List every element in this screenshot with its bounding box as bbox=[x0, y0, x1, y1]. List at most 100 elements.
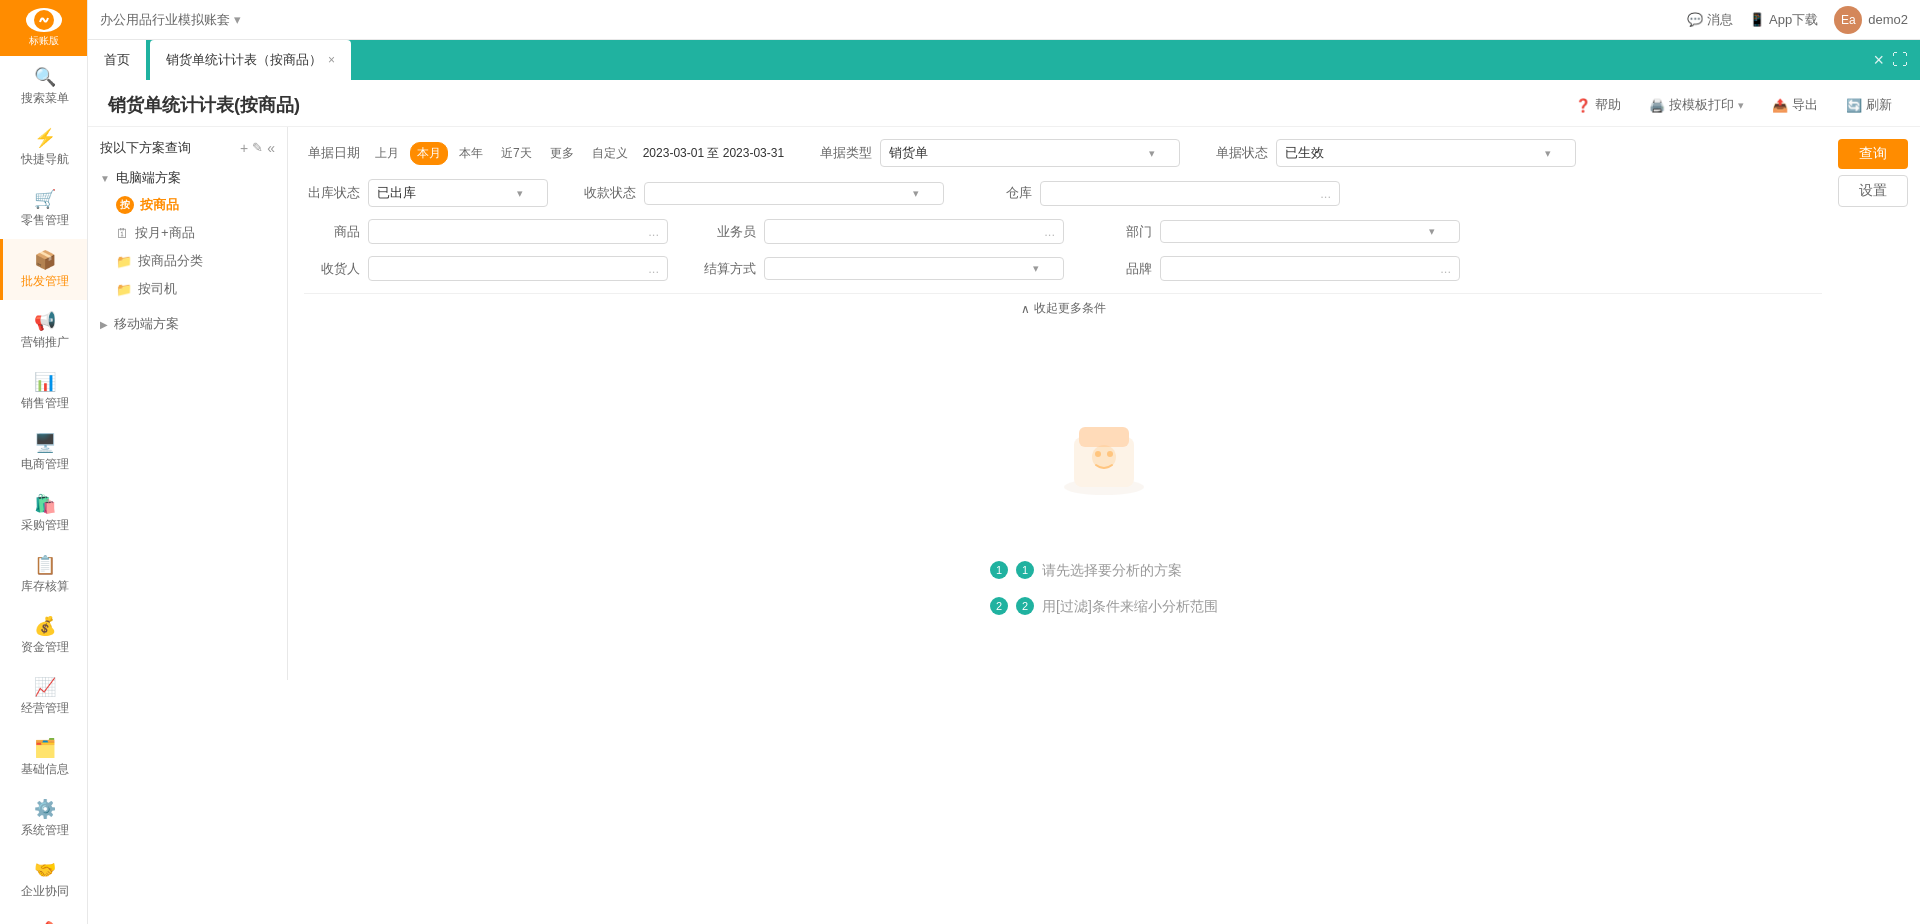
receiver-dots-icon[interactable]: ... bbox=[648, 261, 659, 276]
goods-dots-icon[interactable]: ... bbox=[648, 224, 659, 239]
warehouse-dots-icon[interactable]: ... bbox=[1320, 186, 1331, 201]
date-btn-this-month[interactable]: 本月 bbox=[410, 142, 448, 165]
filter-brand: 品牌 ... bbox=[1096, 256, 1460, 281]
doc-type-select[interactable]: 销货单 ▾ bbox=[880, 139, 1180, 167]
print-chevron-icon[interactable]: ▾ bbox=[1738, 99, 1744, 112]
ecommerce-icon: 🖥️ bbox=[34, 432, 56, 454]
sidebar-item-system[interactable]: ⚙️ 系统管理 bbox=[0, 788, 87, 849]
tree-root-mobile-label: 移动端方案 bbox=[114, 315, 179, 333]
filter-row-2: 出库状态 已出库 ▾ 收款状态 ▾ bbox=[304, 179, 1822, 207]
brand-dots-icon[interactable]: ... bbox=[1440, 261, 1451, 276]
brand-label: 品牌 bbox=[1096, 260, 1152, 278]
collapse-bar[interactable]: ∧ 收起更多条件 bbox=[304, 293, 1822, 325]
tree-root-mobile[interactable]: ▶ 移动端方案 bbox=[88, 311, 287, 337]
date-quick-buttons: 上月 本月 本年 近7天 更多 自定义 2023-03-01 至 2023-03… bbox=[368, 142, 784, 165]
refresh-button[interactable]: 🔄 刷新 bbox=[1838, 92, 1900, 118]
filter-and-action: 单据日期 上月 本月 本年 近7天 更多 自定义 2023-03-01 至 20… bbox=[288, 127, 1920, 680]
filter-warehouse: 仓库 ... bbox=[976, 181, 1340, 206]
tree-child-by-category[interactable]: 📁 按商品分类 bbox=[88, 247, 287, 275]
sidebar-item-wholesale[interactable]: 📦 批发管理 bbox=[0, 239, 87, 300]
logo-icon bbox=[26, 8, 62, 32]
out-status-select[interactable]: 已出库 ▾ bbox=[368, 179, 548, 207]
finance-icon: 💰 bbox=[34, 615, 56, 637]
sidebar-item-sales[interactable]: 📊 销售管理 bbox=[0, 361, 87, 422]
sidebar-item-operation[interactable]: 📈 经营管理 bbox=[0, 666, 87, 727]
empty-step-2: 2 用[过滤]条件来缩小分析范围 bbox=[990, 592, 1218, 620]
export-icon: 📤 bbox=[1772, 98, 1788, 113]
sidebar-item-enterprise[interactable]: 🤝 企业协同 bbox=[0, 849, 87, 910]
sidebar-item-retail[interactable]: 🛒 零售管理 bbox=[0, 178, 87, 239]
date-btn-custom[interactable]: 自定义 bbox=[585, 142, 635, 165]
sidebar-item-purchase[interactable]: 🛍️ 采购管理 bbox=[0, 483, 87, 544]
wholesale-icon: 📦 bbox=[34, 249, 56, 271]
tab-active[interactable]: 销货单统计计表（按商品） × bbox=[150, 40, 351, 80]
filter-top: 单据日期 上月 本月 本年 近7天 更多 自定义 2023-03-01 至 20… bbox=[288, 127, 1920, 337]
filter-out-status: 出库状态 已出库 ▾ bbox=[304, 179, 548, 207]
warehouse-label: 仓库 bbox=[976, 184, 1032, 202]
pay-status-select[interactable]: ▾ bbox=[644, 182, 944, 205]
marketing-icon: 📢 bbox=[34, 310, 56, 332]
date-btn-7days[interactable]: 近7天 bbox=[494, 142, 539, 165]
maximize-window-icon[interactable]: ⛶ bbox=[1892, 51, 1908, 69]
date-btn-more[interactable]: 更多 bbox=[543, 142, 581, 165]
active-tab-label: 销货单统计计表（按商品） bbox=[166, 51, 322, 69]
query-button[interactable]: 查询 bbox=[1838, 139, 1908, 169]
close-window-icon[interactable]: × bbox=[1873, 50, 1884, 71]
filter-receiver: 收货人 ... bbox=[304, 256, 668, 281]
topbar-right: 💬 消息 📱 App下载 Ea demo2 bbox=[1687, 6, 1908, 34]
department-select[interactable]: ▾ bbox=[1160, 220, 1460, 243]
edit-scheme-button[interactable]: ✎ bbox=[252, 140, 263, 156]
user-profile[interactable]: Ea demo2 bbox=[1834, 6, 1908, 34]
by-category-label: 按商品分类 bbox=[138, 252, 203, 270]
sidebar-item-basic[interactable]: 🗂️ 基础信息 bbox=[0, 727, 87, 788]
set-button[interactable]: 设置 bbox=[1838, 175, 1908, 207]
app-download-button[interactable]: 📱 App下载 bbox=[1749, 11, 1818, 29]
print-icon: 🖨️ bbox=[1649, 98, 1665, 113]
goods-input[interactable]: ... bbox=[368, 219, 668, 244]
filter-doc-status: 单据状态 已生效 ▾ bbox=[1212, 139, 1576, 167]
by-cashier-label: 按司机 bbox=[138, 280, 177, 298]
sidebar-item-marketing[interactable]: 📢 营销推广 bbox=[0, 300, 87, 361]
search-icon: 🔍 bbox=[34, 66, 56, 88]
app-chevron-icon[interactable]: ▾ bbox=[234, 12, 241, 27]
sidebar-item-guide[interactable]: 📌 新手引导 bbox=[0, 910, 87, 924]
department-label: 部门 bbox=[1096, 223, 1152, 241]
tree-child-by-month-goods[interactable]: 🗓 按月+商品 bbox=[88, 219, 287, 247]
salesperson-input[interactable]: ... bbox=[764, 219, 1064, 244]
settle-select[interactable]: ▾ bbox=[764, 257, 1064, 280]
salesperson-dots-icon[interactable]: ... bbox=[1044, 224, 1055, 239]
tab-close-icon[interactable]: × bbox=[328, 53, 335, 67]
main-body: 按以下方案查询 + ✎ « ▼ 电脑端方案 按 按商品 bbox=[88, 127, 1920, 680]
settle-chevron-icon: ▾ bbox=[1033, 262, 1039, 275]
sidebar-item-search-menu[interactable]: 🔍 搜索菜单 bbox=[0, 56, 87, 117]
add-scheme-button[interactable]: + bbox=[240, 140, 248, 156]
goods-label: 商品 bbox=[304, 223, 360, 241]
warehouse-input[interactable]: ... bbox=[1040, 181, 1340, 206]
date-btn-last-month[interactable]: 上月 bbox=[368, 142, 406, 165]
tree-child-by-goods[interactable]: 按 按商品 bbox=[88, 191, 287, 219]
sidebar-item-ecommerce[interactable]: 🖥️ 电商管理 bbox=[0, 422, 87, 483]
sidebar-item-inventory[interactable]: 📋 库存核算 bbox=[0, 544, 87, 605]
tree-arrow-icon: ▼ bbox=[100, 173, 110, 184]
help-button[interactable]: ❓ 帮助 bbox=[1567, 92, 1629, 118]
date-btn-this-year[interactable]: 本年 bbox=[452, 142, 490, 165]
tree-root-pc[interactable]: ▼ 电脑端方案 bbox=[88, 165, 287, 191]
tree-child-by-cashier[interactable]: 📁 按司机 bbox=[88, 275, 287, 303]
sidebar-item-quick-nav[interactable]: ⚡ 快捷导航 bbox=[0, 117, 87, 178]
collapse-panel-button[interactable]: « bbox=[267, 140, 275, 156]
quick-nav-icon: ⚡ bbox=[34, 127, 56, 149]
brand-input[interactable]: ... bbox=[1160, 256, 1460, 281]
message-button[interactable]: 💬 消息 bbox=[1687, 11, 1733, 29]
home-tab-label: 首页 bbox=[104, 51, 130, 69]
empty-step-1: 1 请先选择要分析的方案 bbox=[990, 556, 1218, 584]
doc-status-select[interactable]: 已生效 ▾ bbox=[1276, 139, 1576, 167]
tree-mobile-arrow-icon: ▶ bbox=[100, 319, 108, 330]
export-button[interactable]: 📤 导出 bbox=[1764, 92, 1826, 118]
pay-status-label: 收款状态 bbox=[580, 184, 636, 202]
receiver-input[interactable]: ... bbox=[368, 256, 668, 281]
doc-status-chevron-icon: ▾ bbox=[1545, 147, 1551, 160]
panel-header-label: 按以下方案查询 bbox=[100, 139, 191, 157]
sidebar-item-finance[interactable]: 💰 资金管理 bbox=[0, 605, 87, 666]
tab-home[interactable]: 首页 bbox=[88, 40, 146, 80]
print-button[interactable]: 🖨️ 按模板打印 ▾ bbox=[1641, 92, 1752, 118]
